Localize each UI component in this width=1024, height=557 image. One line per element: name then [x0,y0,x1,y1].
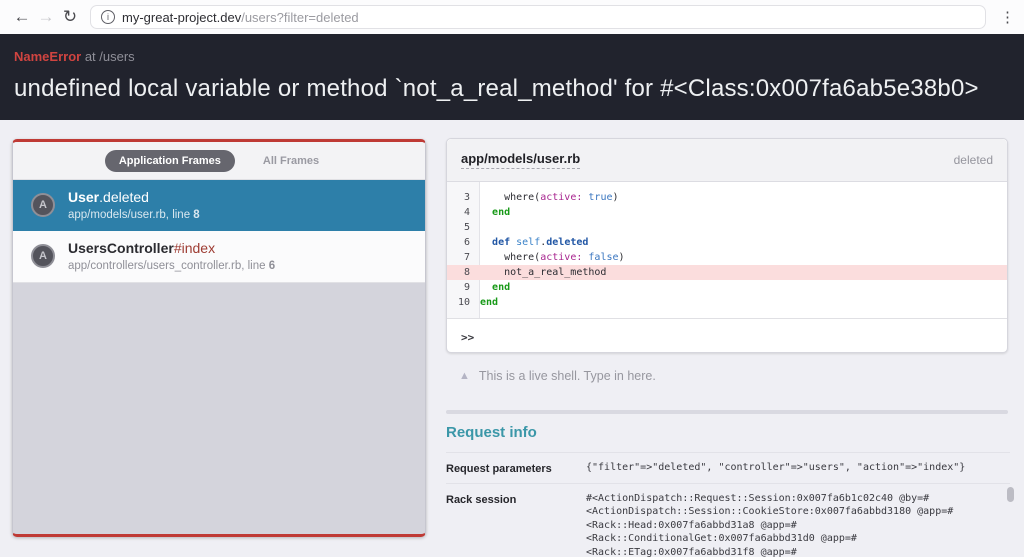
code-token: where( [480,192,541,203]
url-path: /users?filter=deleted [241,9,359,25]
line-number: 10 [457,297,470,308]
browser-toolbar: ← → ↻ i my-great-project.dev/users?filte… [0,0,1024,34]
frames-list: A User.deleted app/models/user.rb, line 8A… [13,180,425,283]
code-line: 3 where(active: true) [447,190,1007,205]
code-text: end [480,205,510,220]
code-text: end [480,280,510,295]
address-bar[interactable]: i my-great-project.dev/users?filter=dele… [90,5,986,29]
code-token: self [516,237,541,248]
code-line: 6 def self.deleted [447,235,1007,250]
request-info-table: Request parameters {"filter"=>"deleted", … [446,452,1010,557]
request-info-value: {"filter"=>"deleted", "controller"=>"use… [586,462,966,473]
code-header: app/models/user.rb deleted [447,139,1007,182]
console-prompt: >> [461,331,475,344]
line-number: 6 [463,237,470,248]
source-code-card: app/models/user.rb deleted 3 where(activ… [446,138,1008,353]
code-text: not_a_real_method [480,265,606,280]
error-summary-line: NameError at /users [14,48,1008,66]
code-text: def self.deleted [480,235,588,250]
frames-tabs: Application Frames All Frames [13,142,425,180]
code-token: not_a_real_method [480,267,607,278]
code-lines: 3 where(active: true) 4 end 5 6 def self.de… [447,190,1007,310]
live-shell-input[interactable]: >> [447,318,1007,352]
code-token: active: [540,192,583,203]
code-token: end [492,207,511,218]
code-text: where(active: false) [480,250,625,265]
code-token: def [492,237,511,248]
frame-title: UsersController#index [68,240,275,257]
tab-application-frames[interactable]: Application Frames [104,149,235,172]
frame-line-number: 8 [193,209,200,221]
live-shell-note: ▲ This is a live shell. Type in here. [459,369,656,383]
code-text: where(active: true) [480,190,619,205]
page-info-icon[interactable]: i [101,10,115,24]
line-number: 9 [463,282,470,293]
code-token: where( [480,252,541,263]
code-token: end [480,297,499,308]
frame-line-number: 6 [268,260,276,272]
request-info-value: #<ActionDispatch::Request::Session:0x007… [586,493,954,557]
code-token: true [588,192,613,203]
request-info-title: Request info [446,424,537,441]
warning-triangle-icon: ▲ [459,370,470,382]
frame-class-name: UsersController [68,240,174,256]
line-number: 3 [463,192,470,203]
request-info-label: Rack session [446,494,517,506]
line-number: 8 [463,267,470,278]
code-token: ) [618,252,625,263]
error-message: undefined local variable or method `not_… [14,75,979,102]
code-text: end [480,295,498,310]
frame-file-location: app/controllers/users_controller.rb, lin… [68,260,276,272]
request-info-row: Request parameters {"filter"=>"deleted", … [446,452,1010,483]
error-location: at /users [81,49,135,64]
code-line: 5 [447,220,1007,235]
reload-icon[interactable]: ↻ [58,7,82,27]
stack-frame-row[interactable]: A User.deleted app/models/user.rb, line 8 [13,180,425,231]
frame-text: User.deleted app/models/user.rb, line 8 [68,189,200,221]
code-token: false [588,252,619,263]
frame-text: UsersController#index app/controllers/use… [68,240,275,272]
code-context-label: deleted [953,153,993,167]
code-area: 3 where(active: true) 4 end 5 6 def self.de… [447,182,1007,318]
frame-file-location: app/models/user.rb, line 8 [68,209,200,221]
line-number: 7 [463,252,470,263]
code-line-error: 8 not_a_real_method [447,265,1007,280]
code-token: active: [540,252,583,263]
application-frame-icon: A [31,193,55,217]
error-type: NameError [14,49,82,64]
code-token: deleted [546,237,589,248]
frame-class-name: User [68,189,100,205]
section-divider [446,410,1008,414]
forward-icon[interactable]: → [34,7,58,27]
frame-method-name: #index [173,240,216,256]
code-token: ) [612,192,619,203]
back-icon[interactable]: ← [10,7,34,27]
error-header: NameError at /users undefined local vari… [0,34,1024,120]
frame-method-name: .deleted [99,189,149,205]
scrollbar-thumb[interactable] [1007,487,1014,502]
stack-frames-panel: Application Frames All Frames A User.delet… [12,139,426,537]
tab-all-frames[interactable]: All Frames [249,150,333,172]
code-line: 4 end [447,205,1007,220]
code-line: 7 where(active: false) [447,250,1007,265]
code-line: 9 end [447,280,1007,295]
frame-title: User.deleted [68,189,200,206]
request-info-row: Rack session #<ActionDispatch::Request::S… [446,483,1010,557]
application-frame-icon: A [31,244,55,268]
url-host: my-great-project.dev [122,9,242,25]
live-shell-note-text: This is a live shell. Type in here. [478,369,656,383]
request-info-label: Request parameters [446,463,552,475]
line-number: 4 [463,207,470,218]
browser-menu-icon[interactable]: ⋮ [1000,8,1015,26]
code-line: 10 end [447,295,1007,310]
code-token: end [492,282,511,293]
stack-frame-row[interactable]: A UsersController#index app/controllers/us… [13,231,425,283]
line-number: 5 [463,222,470,233]
code-file-title[interactable]: app/models/user.rb [461,151,581,169]
